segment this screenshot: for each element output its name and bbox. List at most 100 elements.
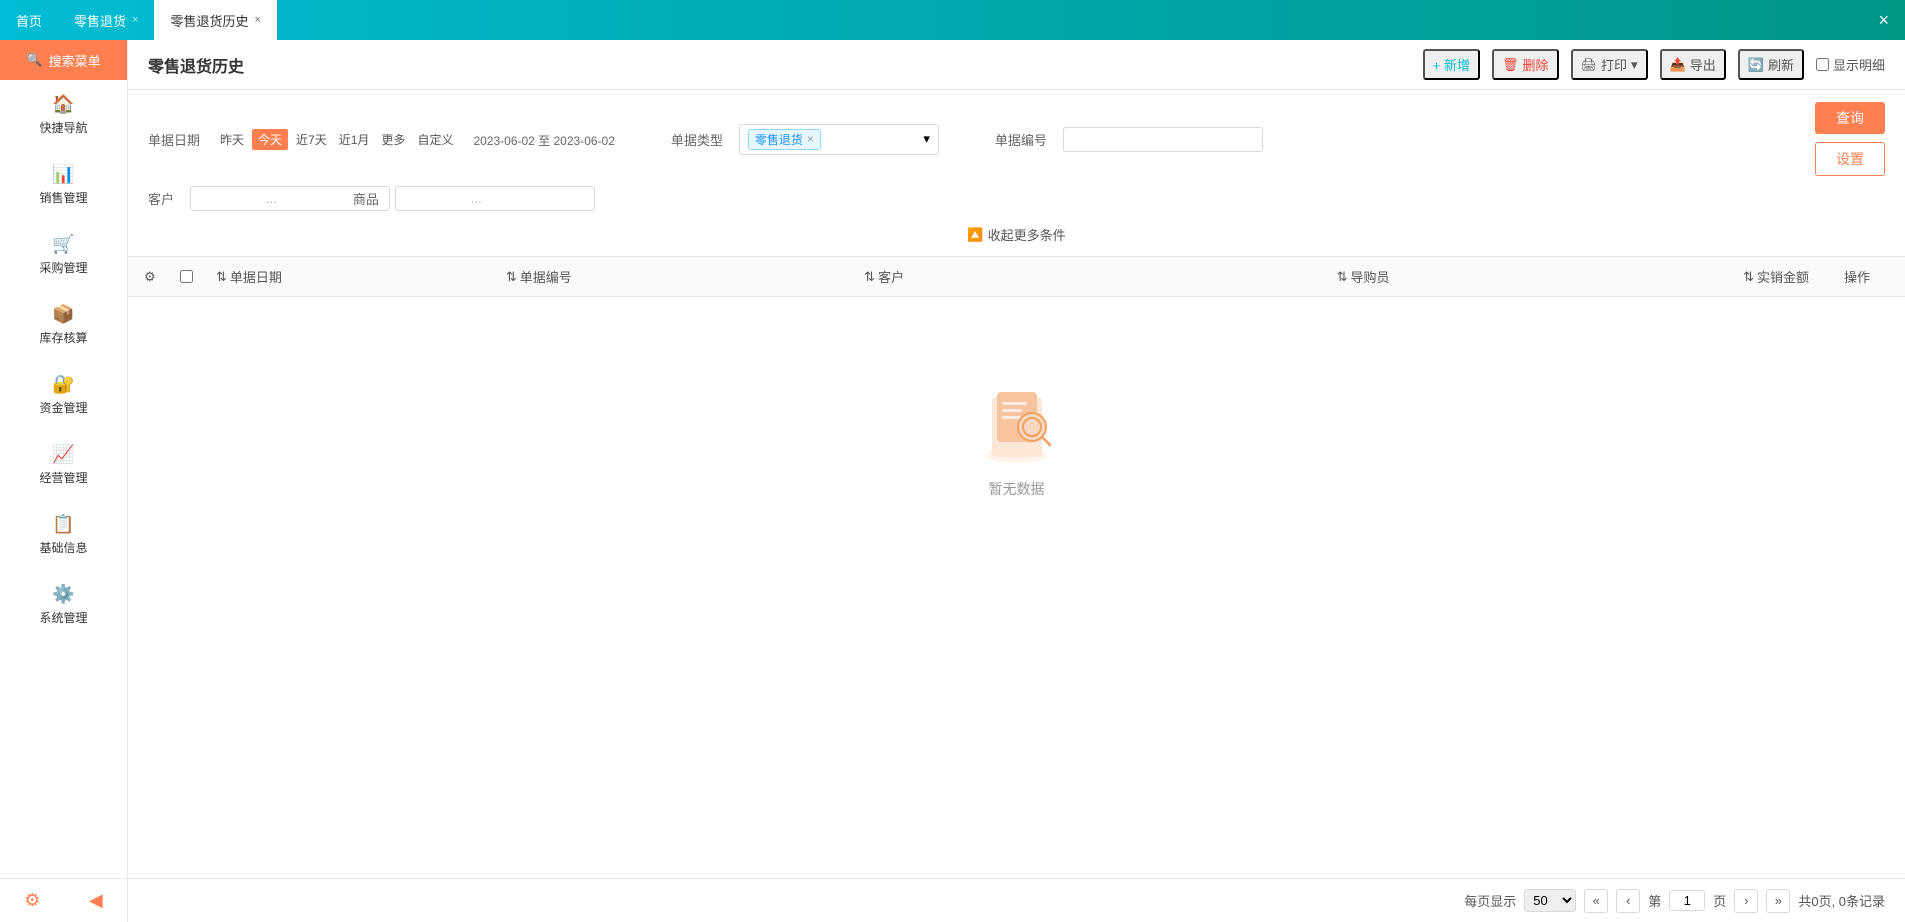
- th-action: 操作: [1817, 267, 1897, 286]
- new-button[interactable]: + 新增: [1423, 49, 1480, 80]
- delete-button[interactable]: 🗑 删除: [1492, 49, 1559, 80]
- per-page-label: 每页显示: [1464, 891, 1516, 910]
- display-toggle-label: 显示明细: [1833, 55, 1885, 74]
- next-page-button[interactable]: ›: [1734, 889, 1758, 913]
- product-placeholder: ...: [471, 191, 482, 206]
- sort-icon-num: ⇅: [506, 269, 517, 285]
- prev-page-button[interactable]: ‹: [1616, 889, 1640, 913]
- total-label: 共0页, 0条记录: [1798, 891, 1885, 910]
- display-toggle-checkbox[interactable]: [1816, 58, 1829, 71]
- sidebar-item-sales-mgmt[interactable]: 📊 销售管理: [0, 150, 127, 220]
- collapse-label: 收起更多条件: [988, 225, 1066, 244]
- sort-icon-customer: ⇅: [864, 269, 875, 285]
- empty-state: 暂无数据: [128, 297, 1905, 579]
- type-filter-tag-label: 零售退货: [755, 131, 803, 148]
- th-amount[interactable]: ⇅ 实销金额: [1573, 267, 1817, 286]
- page-title: 零售退货历史: [148, 53, 244, 77]
- table-area: ⚙ ⇅ 单据日期 ⇅ 单据编号 ⇅ 客户 ⇅ 导购员: [128, 257, 1905, 878]
- tab-retail-return-history[interactable]: 零售退货历史 ×: [154, 0, 276, 40]
- date-range: 2023-06-02 至 2023-06-02: [473, 132, 614, 149]
- settings-footer-icon[interactable]: ⚙: [24, 890, 40, 911]
- empty-text: 暂无数据: [989, 479, 1045, 499]
- date-btn-today[interactable]: 今天: [252, 129, 288, 150]
- tab-retail-return[interactable]: 零售退货 ×: [58, 0, 154, 40]
- collapse-sidebar-icon[interactable]: ◀: [89, 890, 103, 911]
- th-settings[interactable]: ⚙: [136, 269, 172, 285]
- print-icon: 🖨: [1581, 57, 1598, 73]
- export-icon: 📤: [1670, 57, 1686, 73]
- customer-placeholder: ...: [266, 191, 277, 206]
- pagination: 每页显示 50 10 20 100 « ‹ 第 页 › » 共0页, 0条记录: [128, 878, 1905, 922]
- sidebar-item-quick-nav[interactable]: 🏠 快捷导航: [0, 80, 127, 150]
- operation-icon: 📈: [52, 444, 74, 465]
- sort-icon-amount: ⇅: [1743, 269, 1754, 285]
- product-input[interactable]: [395, 186, 595, 211]
- sidebar-item-inventory[interactable]: 📦 库存核算: [0, 290, 127, 360]
- sidebar-item-sales-mgmt-label: 销售管理: [39, 189, 87, 206]
- sidebar-item-purchase-mgmt[interactable]: 🛒 采购管理: [0, 220, 127, 290]
- refresh-button[interactable]: 🔄 刷新: [1738, 49, 1804, 80]
- th-guide-label: 导购员: [1350, 267, 1389, 286]
- empty-icon: [967, 377, 1067, 467]
- per-page-select[interactable]: 50 10 20 100: [1524, 889, 1576, 912]
- date-btn-yesterday[interactable]: 昨天: [216, 129, 248, 150]
- date-btn-more[interactable]: 更多: [377, 129, 409, 150]
- doc-num-input[interactable]: [1063, 127, 1263, 152]
- type-dropdown-icon: ▾: [923, 131, 930, 147]
- sidebar-item-operation[interactable]: 📈 经营管理: [0, 430, 127, 500]
- type-filter-tag-remove[interactable]: ×: [807, 132, 814, 146]
- product-filter-label: 商品: [353, 189, 379, 208]
- select-all-checkbox[interactable]: [180, 270, 193, 283]
- finance-icon: 🔐: [52, 374, 74, 395]
- tab-retail-return-history-close[interactable]: ×: [254, 14, 260, 26]
- th-checkbox[interactable]: [172, 270, 208, 283]
- sidebar-footer: ⚙ ◀: [0, 878, 127, 922]
- first-page-button[interactable]: «: [1584, 889, 1608, 913]
- main-layout: 🔍 搜索菜单 🏠 快捷导航 📊 销售管理 🛒 采购管理 📦 库存核算 🔐 资金管…: [0, 40, 1905, 922]
- page-header: 零售退货历史 + 新增 🗑 删除 🖨 打印 ▾ 📤 导出 🔄: [128, 40, 1905, 90]
- th-customer[interactable]: ⇅ 客户: [856, 267, 1328, 286]
- sidebar-item-basic-info-label: 基础信息: [39, 539, 87, 556]
- refresh-label: 刷新: [1768, 55, 1794, 74]
- date-btn-1month[interactable]: 近1月: [335, 129, 374, 150]
- th-guide[interactable]: ⇅ 导购员: [1329, 267, 1573, 286]
- sidebar-item-finance[interactable]: 🔐 资金管理: [0, 360, 127, 430]
- th-date[interactable]: ⇅ 单据日期: [208, 267, 498, 286]
- window-close-button[interactable]: ×: [1862, 10, 1905, 31]
- page-number-input[interactable]: [1669, 890, 1705, 911]
- last-page-button[interactable]: »: [1766, 889, 1790, 913]
- tab-retail-return-close[interactable]: ×: [132, 14, 138, 26]
- print-label: 打印: [1601, 55, 1627, 74]
- filter-row-1: 单据日期 昨天 今天 近7天 近1月 更多 自定义 2023-06-02 至 2…: [148, 102, 1885, 176]
- purchase-icon: 🛒: [52, 234, 74, 255]
- table-header: ⚙ ⇅ 单据日期 ⇅ 单据编号 ⇅ 客户 ⇅ 导购员: [128, 257, 1905, 297]
- th-customer-label: 客户: [878, 267, 904, 286]
- setting-button[interactable]: 设置: [1815, 142, 1885, 176]
- sidebar-item-operation-label: 经营管理: [39, 469, 87, 486]
- date-btn-custom[interactable]: 自定义: [413, 129, 457, 150]
- toolbar: + 新增 🗑 删除 🖨 打印 ▾ 📤 导出 🔄 刷新: [1423, 49, 1885, 80]
- sidebar-search[interactable]: 🔍 搜索菜单: [0, 40, 127, 80]
- type-filter-select[interactable]: 零售退货 × ▾: [739, 124, 939, 155]
- tab-list: 首页 零售退货 × 零售退货历史 ×: [0, 0, 1862, 40]
- search-icon: 🔍: [26, 52, 42, 68]
- delete-label: 删除: [1523, 55, 1549, 74]
- system-icon: ⚙️: [52, 584, 74, 605]
- export-button[interactable]: 📤 导出: [1660, 49, 1726, 80]
- collapse-button[interactable]: 🔼 收起更多条件: [967, 225, 1065, 244]
- sidebar-item-basic-info[interactable]: 📋 基础信息: [0, 500, 127, 570]
- sort-icon: ⇅: [216, 269, 227, 285]
- th-action-label: 操作: [1844, 267, 1870, 286]
- print-button[interactable]: 🖨 打印 ▾: [1571, 49, 1648, 80]
- sidebar-item-system[interactable]: ⚙️ 系统管理: [0, 570, 127, 640]
- th-num[interactable]: ⇅ 单据编号: [498, 267, 856, 286]
- sidebar-item-finance-label: 资金管理: [39, 399, 87, 416]
- customer-filter-label: 客户: [148, 189, 174, 208]
- date-buttons: 昨天 今天 近7天 近1月 更多 自定义: [216, 129, 457, 150]
- date-btn-7days[interactable]: 近7天: [292, 129, 331, 150]
- tab-home[interactable]: 首页: [0, 0, 58, 40]
- basic-info-icon: 📋: [52, 514, 74, 535]
- sidebar-item-inventory-label: 库存核算: [39, 329, 87, 346]
- query-button[interactable]: 查询: [1815, 102, 1885, 134]
- display-toggle: 显示明细: [1816, 55, 1885, 74]
